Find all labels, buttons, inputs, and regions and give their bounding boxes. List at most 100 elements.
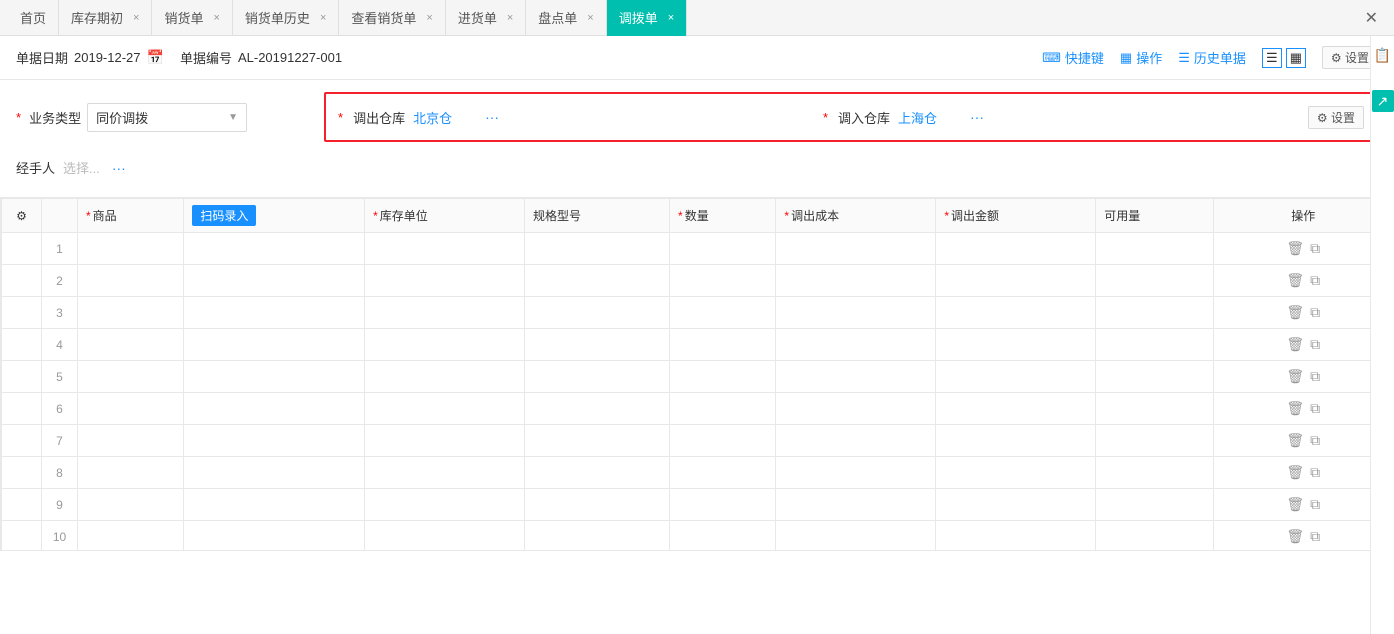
warehouse-settings-button[interactable]: ⚙ 设置 — [1308, 106, 1364, 129]
row-product-cell[interactable] — [78, 393, 184, 425]
row-spec-cell[interactable] — [525, 297, 670, 329]
row-spec-cell[interactable] — [525, 361, 670, 393]
row-quantity-cell[interactable] — [670, 297, 776, 329]
row-spec-cell[interactable] — [525, 457, 670, 489]
row-quantity-cell[interactable] — [670, 457, 776, 489]
copy-icon[interactable]: ⧉ — [1310, 368, 1320, 385]
row-amount-cell[interactable] — [936, 233, 1096, 265]
row-amount-cell[interactable] — [936, 425, 1096, 457]
shortcuts-button[interactable]: ⌨ 快捷键 — [1042, 48, 1104, 67]
delete-icon[interactable]: 🗑 — [1286, 432, 1304, 449]
row-product-cell[interactable] — [78, 233, 184, 265]
row-product-cell[interactable] — [78, 361, 184, 393]
business-type-select[interactable]: 同价调拨 ▼ — [87, 103, 247, 132]
delete-icon[interactable]: 🗑 — [1286, 400, 1304, 417]
copy-icon[interactable]: ⧉ — [1310, 336, 1320, 353]
operations-button[interactable]: ▦ 操作 — [1120, 48, 1162, 67]
row-product-cell[interactable] — [78, 425, 184, 457]
row-cost-cell[interactable] — [776, 521, 936, 552]
tab-purchase-order[interactable]: 进货单 × — [446, 0, 526, 36]
copy-icon[interactable]: ⧉ — [1310, 496, 1320, 513]
sidebar-document-icon[interactable]: 📋 — [1372, 44, 1394, 66]
sidebar-expand-icon[interactable]: ↗ — [1372, 90, 1394, 112]
th-gear[interactable]: ⚙ — [2, 199, 42, 233]
row-quantity-cell[interactable] — [670, 425, 776, 457]
row-product-cell[interactable] — [78, 329, 184, 361]
tab-purchase-order-close[interactable]: × — [507, 12, 513, 24]
row-amount-cell[interactable] — [936, 265, 1096, 297]
row-cost-cell[interactable] — [776, 425, 936, 457]
row-amount-cell[interactable] — [936, 297, 1096, 329]
row-unit-cell[interactable] — [365, 233, 525, 265]
row-unit-cell[interactable] — [365, 521, 525, 552]
row-spec-cell[interactable] — [525, 233, 670, 265]
row-amount-cell[interactable] — [936, 521, 1096, 552]
handler-select[interactable]: 选择... — [63, 158, 100, 177]
scan-button[interactable]: 扫码录入 — [192, 205, 256, 226]
row-product-cell[interactable] — [78, 521, 184, 552]
delete-icon[interactable]: 🗑 — [1286, 304, 1304, 321]
tab-inventory-check[interactable]: 盘点单 × — [526, 0, 606, 36]
row-amount-cell[interactable] — [936, 393, 1096, 425]
layout-list-button[interactable]: ☰ — [1262, 48, 1282, 68]
layout-grid-button[interactable]: ▦ — [1286, 48, 1306, 68]
row-product-cell[interactable] — [78, 457, 184, 489]
row-quantity-cell[interactable] — [670, 233, 776, 265]
row-unit-cell[interactable] — [365, 393, 525, 425]
row-cost-cell[interactable] — [776, 297, 936, 329]
copy-icon[interactable]: ⧉ — [1310, 272, 1320, 289]
copy-icon[interactable]: ⧉ — [1310, 400, 1320, 417]
row-unit-cell[interactable] — [365, 329, 525, 361]
row-spec-cell[interactable] — [525, 393, 670, 425]
copy-icon[interactable]: ⧉ — [1310, 432, 1320, 449]
row-spec-cell[interactable] — [525, 425, 670, 457]
delete-icon[interactable]: 🗑 — [1286, 368, 1304, 385]
row-cost-cell[interactable] — [776, 361, 936, 393]
tab-sales-history[interactable]: 销货单历史 × — [233, 0, 339, 36]
delete-icon[interactable]: 🗑 — [1286, 240, 1304, 257]
row-quantity-cell[interactable] — [670, 489, 776, 521]
copy-icon[interactable]: ⧉ — [1310, 240, 1320, 257]
row-spec-cell[interactable] — [525, 265, 670, 297]
delete-icon[interactable]: 🗑 — [1286, 528, 1304, 545]
row-cost-cell[interactable] — [776, 233, 936, 265]
tab-inventory-init[interactable]: 库存期初 × — [59, 0, 152, 36]
window-close-button[interactable]: ✕ — [1357, 8, 1386, 28]
row-product-cell[interactable] — [78, 297, 184, 329]
row-amount-cell[interactable] — [936, 457, 1096, 489]
delete-icon[interactable]: 🗑 — [1286, 496, 1304, 513]
tab-sales-order[interactable]: 销货单 × — [152, 0, 232, 36]
handler-more-button[interactable]: ··· — [108, 160, 130, 176]
row-unit-cell[interactable] — [365, 425, 525, 457]
row-spec-cell[interactable] — [525, 329, 670, 361]
row-amount-cell[interactable] — [936, 361, 1096, 393]
tab-view-sales[interactable]: 查看销货单 × — [339, 0, 445, 36]
row-quantity-cell[interactable] — [670, 521, 776, 552]
tab-transfer-order-close[interactable]: × — [668, 12, 674, 24]
row-cost-cell[interactable] — [776, 265, 936, 297]
copy-icon[interactable]: ⧉ — [1310, 464, 1320, 481]
history-button[interactable]: ☰ 历史单据 — [1178, 48, 1246, 67]
tab-sales-order-close[interactable]: × — [213, 12, 219, 24]
calendar-icon[interactable]: 📅 — [147, 49, 164, 66]
row-unit-cell[interactable] — [365, 361, 525, 393]
row-quantity-cell[interactable] — [670, 265, 776, 297]
row-amount-cell[interactable] — [936, 329, 1096, 361]
copy-icon[interactable]: ⧉ — [1310, 528, 1320, 545]
row-spec-cell[interactable] — [525, 521, 670, 552]
delete-icon[interactable]: 🗑 — [1286, 336, 1304, 353]
row-amount-cell[interactable] — [936, 489, 1096, 521]
copy-icon[interactable]: ⧉ — [1310, 304, 1320, 321]
delete-icon[interactable]: 🗑 — [1286, 464, 1304, 481]
row-cost-cell[interactable] — [776, 329, 936, 361]
row-unit-cell[interactable] — [365, 265, 525, 297]
tab-inventory-check-close[interactable]: × — [587, 12, 593, 24]
row-product-cell[interactable] — [78, 265, 184, 297]
date-value[interactable]: 2019-12-27 — [74, 50, 141, 65]
warehouse-out-more-button[interactable]: ··· — [481, 109, 503, 125]
tab-transfer-order[interactable]: 调拨单 × — [607, 0, 687, 36]
row-quantity-cell[interactable] — [670, 393, 776, 425]
row-quantity-cell[interactable] — [670, 361, 776, 393]
row-spec-cell[interactable] — [525, 489, 670, 521]
row-quantity-cell[interactable] — [670, 329, 776, 361]
